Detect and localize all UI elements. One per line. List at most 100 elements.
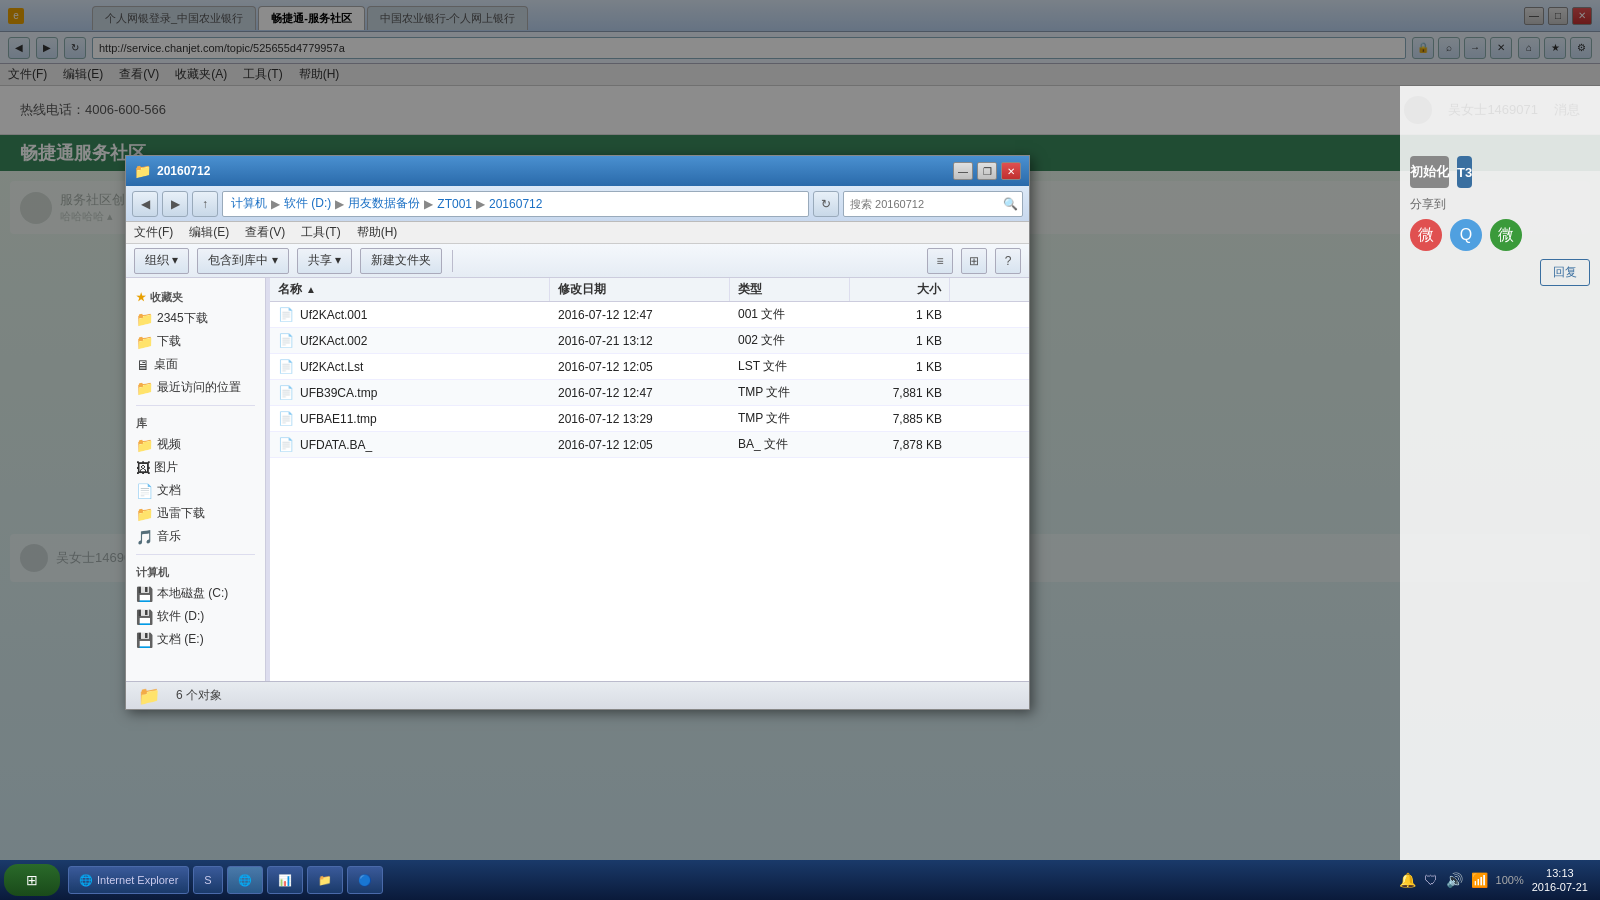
weibo-share-button[interactable]: 微 bbox=[1410, 219, 1442, 251]
file-type-cell: TMP 文件 bbox=[730, 380, 850, 405]
sidebar-item-label-c: 本地磁盘 (C:) bbox=[157, 585, 228, 602]
table-row[interactable]: 📄 UFBAE11.tmp 2016-07-12 13:29 TMP 文件 7,… bbox=[270, 406, 1029, 432]
t3-button[interactable]: T3 bbox=[1457, 156, 1472, 188]
sidebar-drive-c[interactable]: 💾 本地磁盘 (C:) bbox=[130, 582, 261, 605]
sidebar-download[interactable]: 📁 下载 bbox=[130, 330, 261, 353]
view-details-button[interactable]: ⊞ bbox=[961, 248, 987, 274]
sidebar-item-label-d: 软件 (D:) bbox=[157, 608, 204, 625]
col-date-header[interactable]: 修改日期 bbox=[550, 278, 730, 301]
statusbar-folder-icon: 📁 bbox=[138, 685, 160, 707]
table-row[interactable]: 📄 UFB39CA.tmp 2016-07-12 12:47 TMP 文件 7,… bbox=[270, 380, 1029, 406]
taskbar: ⊞ 🌐 Internet Explorer S 🌐 📊 📁 🔵 🔔 🛡 🔊 📶 … bbox=[0, 860, 1600, 900]
sidebar-video[interactable]: 📁 视频 bbox=[130, 433, 261, 456]
sidebar-2345download[interactable]: 📁 2345下载 bbox=[130, 307, 261, 330]
explorer-forward-btn[interactable]: ▶ bbox=[162, 191, 188, 217]
new-folder-button[interactable]: 新建文件夹 bbox=[360, 248, 442, 274]
explorer-titlebar: 📁 20160712 — ❐ ✕ bbox=[126, 156, 1029, 186]
path-backup[interactable]: 用友数据备份 bbox=[348, 195, 420, 212]
col-type-header[interactable]: 类型 bbox=[730, 278, 850, 301]
path-computer[interactable]: 计算机 bbox=[231, 195, 267, 212]
taskbar-item-ie[interactable]: 🌐 Internet Explorer bbox=[68, 866, 189, 894]
file-date-cell: 2016-07-12 12:05 bbox=[550, 432, 730, 457]
taskbar-item-5[interactable]: 📁 bbox=[307, 866, 343, 894]
explorer-close-btn[interactable]: ✕ bbox=[1001, 162, 1021, 180]
file-name: UFDATA.BA_ bbox=[300, 438, 372, 452]
qq-share-button[interactable]: Q bbox=[1450, 219, 1482, 251]
explorer-search-button[interactable]: 🔍 bbox=[998, 192, 1022, 216]
file-size: 7,878 KB bbox=[893, 438, 942, 452]
reply-button[interactable]: 回复 bbox=[1540, 259, 1590, 286]
sidebar-desktop[interactable]: 🖥 桌面 bbox=[130, 353, 261, 376]
tray-date-value: 2016-07-21 bbox=[1532, 880, 1588, 894]
taskbar-item-6[interactable]: 🔵 bbox=[347, 866, 383, 894]
explorer-back-btn[interactable]: ◀ bbox=[132, 191, 158, 217]
file-name: Uf2KAct.001 bbox=[300, 308, 367, 322]
pictures-icon: 🖼 bbox=[136, 460, 150, 476]
filelist-header: 名称 ▲ 修改日期 类型 大小 bbox=[270, 278, 1029, 302]
star-icon: ★ bbox=[136, 291, 146, 304]
sidebar-thunder[interactable]: 📁 迅雷下载 bbox=[130, 502, 261, 525]
sort-arrow: ▲ bbox=[306, 284, 316, 295]
file-date: 2016-07-12 12:47 bbox=[558, 308, 653, 322]
col-date-label: 修改日期 bbox=[558, 281, 606, 298]
view-list-button[interactable]: ≡ bbox=[927, 248, 953, 274]
library-section: 库 bbox=[130, 412, 261, 433]
explorer-menu-tools[interactable]: 工具(T) bbox=[301, 224, 340, 241]
sidebar-item-label-e: 文档 (E:) bbox=[157, 631, 204, 648]
file-icon: 📄 bbox=[278, 411, 294, 426]
drive-d-icon: 💾 bbox=[136, 609, 153, 625]
col-size-header[interactable]: 大小 bbox=[850, 278, 950, 301]
view-help-button[interactable]: ? bbox=[995, 248, 1021, 274]
table-row[interactable]: 📄 Uf2KAct.001 2016-07-12 12:47 001 文件 1 … bbox=[270, 302, 1029, 328]
sidebar-music[interactable]: 🎵 音乐 bbox=[130, 525, 261, 548]
explorer-dialog: 📁 20160712 — ❐ ✕ ◀ ▶ ↑ 计算机 ▶ 软件 (D:) ▶ 用… bbox=[125, 155, 1030, 710]
desktop-icon: 🖥 bbox=[136, 357, 150, 373]
path-folder[interactable]: 20160712 bbox=[489, 197, 542, 211]
file-type-cell: LST 文件 bbox=[730, 354, 850, 379]
table-row[interactable]: 📄 Uf2KAct.002 2016-07-21 13:12 002 文件 1 … bbox=[270, 328, 1029, 354]
explorer-path-bar[interactable]: 计算机 ▶ 软件 (D:) ▶ 用友数据备份 ▶ ZT001 ▶ 2016071… bbox=[222, 191, 809, 217]
explorer-main: ★ 收藏夹 📁 2345下载 📁 下载 🖥 桌面 📁 最近访问的位置 bbox=[126, 278, 1029, 681]
taskbar-item-ie2[interactable]: 🌐 bbox=[227, 866, 263, 894]
table-row[interactable]: 📄 Uf2KAct.Lst 2016-07-12 12:05 LST 文件 1 … bbox=[270, 354, 1029, 380]
taskbar-ie-label: Internet Explorer bbox=[97, 874, 178, 886]
organize-button[interactable]: 组织 ▾ bbox=[134, 248, 189, 274]
taskbar-item-4[interactable]: 📊 bbox=[267, 866, 303, 894]
sidebar-pictures[interactable]: 🖼 图片 bbox=[130, 456, 261, 479]
sidebar-item-label-documents: 文档 bbox=[157, 482, 181, 499]
init-button[interactable]: 初始化 bbox=[1410, 156, 1449, 188]
start-button[interactable]: ⊞ bbox=[4, 864, 60, 896]
explorer-nav: ◀ ▶ ↑ 计算机 ▶ 软件 (D:) ▶ 用友数据备份 ▶ ZT001 ▶ 2… bbox=[126, 186, 1029, 222]
path-zt001[interactable]: ZT001 bbox=[437, 197, 472, 211]
sidebar-recent[interactable]: 📁 最近访问的位置 bbox=[130, 376, 261, 399]
explorer-minimize-btn[interactable]: — bbox=[953, 162, 973, 180]
explorer-refresh-btn[interactable]: ↻ bbox=[813, 191, 839, 217]
file-size-cell: 7,878 KB bbox=[850, 432, 950, 457]
col-name-header[interactable]: 名称 ▲ bbox=[270, 278, 550, 301]
explorer-menu-view[interactable]: 查看(V) bbox=[245, 224, 285, 241]
explorer-menu-help[interactable]: 帮助(H) bbox=[357, 224, 398, 241]
sidebar-item-label-desktop: 桌面 bbox=[154, 356, 178, 373]
path-drive[interactable]: 软件 (D:) bbox=[284, 195, 331, 212]
explorer-up-btn[interactable]: ↑ bbox=[192, 191, 218, 217]
share-button[interactable]: 共享 ▾ bbox=[297, 248, 352, 274]
taskbar-item-sogou[interactable]: S bbox=[193, 866, 222, 894]
explorer-menu-file[interactable]: 文件(F) bbox=[134, 224, 173, 241]
sidebar-drive-e[interactable]: 💾 文档 (E:) bbox=[130, 628, 261, 651]
sidebar-drive-d[interactable]: 💾 软件 (D:) bbox=[130, 605, 261, 628]
file-name-cell: 📄 Uf2KAct.002 bbox=[270, 328, 550, 353]
explorer-menu-edit[interactable]: 编辑(E) bbox=[189, 224, 229, 241]
file-name: Uf2KAct.002 bbox=[300, 334, 367, 348]
explorer-restore-btn[interactable]: ❐ bbox=[977, 162, 997, 180]
explorer-sidebar: ★ 收藏夹 📁 2345下载 📁 下载 🖥 桌面 📁 最近访问的位置 bbox=[126, 278, 266, 681]
sidebar-item-label-download: 下载 bbox=[157, 333, 181, 350]
file-type: BA_ 文件 bbox=[738, 436, 788, 453]
folder-icon-2345: 📁 bbox=[136, 311, 153, 327]
table-row[interactable]: 📄 UFDATA.BA_ 2016-07-12 12:05 BA_ 文件 7,8… bbox=[270, 432, 1029, 458]
file-icon: 📄 bbox=[278, 333, 294, 348]
explorer-search-input[interactable] bbox=[844, 198, 998, 210]
sidebar-documents[interactable]: 📄 文档 bbox=[130, 479, 261, 502]
wechat-share-button[interactable]: 微 bbox=[1490, 219, 1522, 251]
include-library-button[interactable]: 包含到库中 ▾ bbox=[197, 248, 288, 274]
browser-background: e 个人网银登录_中国农业银行 畅捷通-服务社区 中国农业银行-个人网上银行 —… bbox=[0, 0, 1600, 900]
